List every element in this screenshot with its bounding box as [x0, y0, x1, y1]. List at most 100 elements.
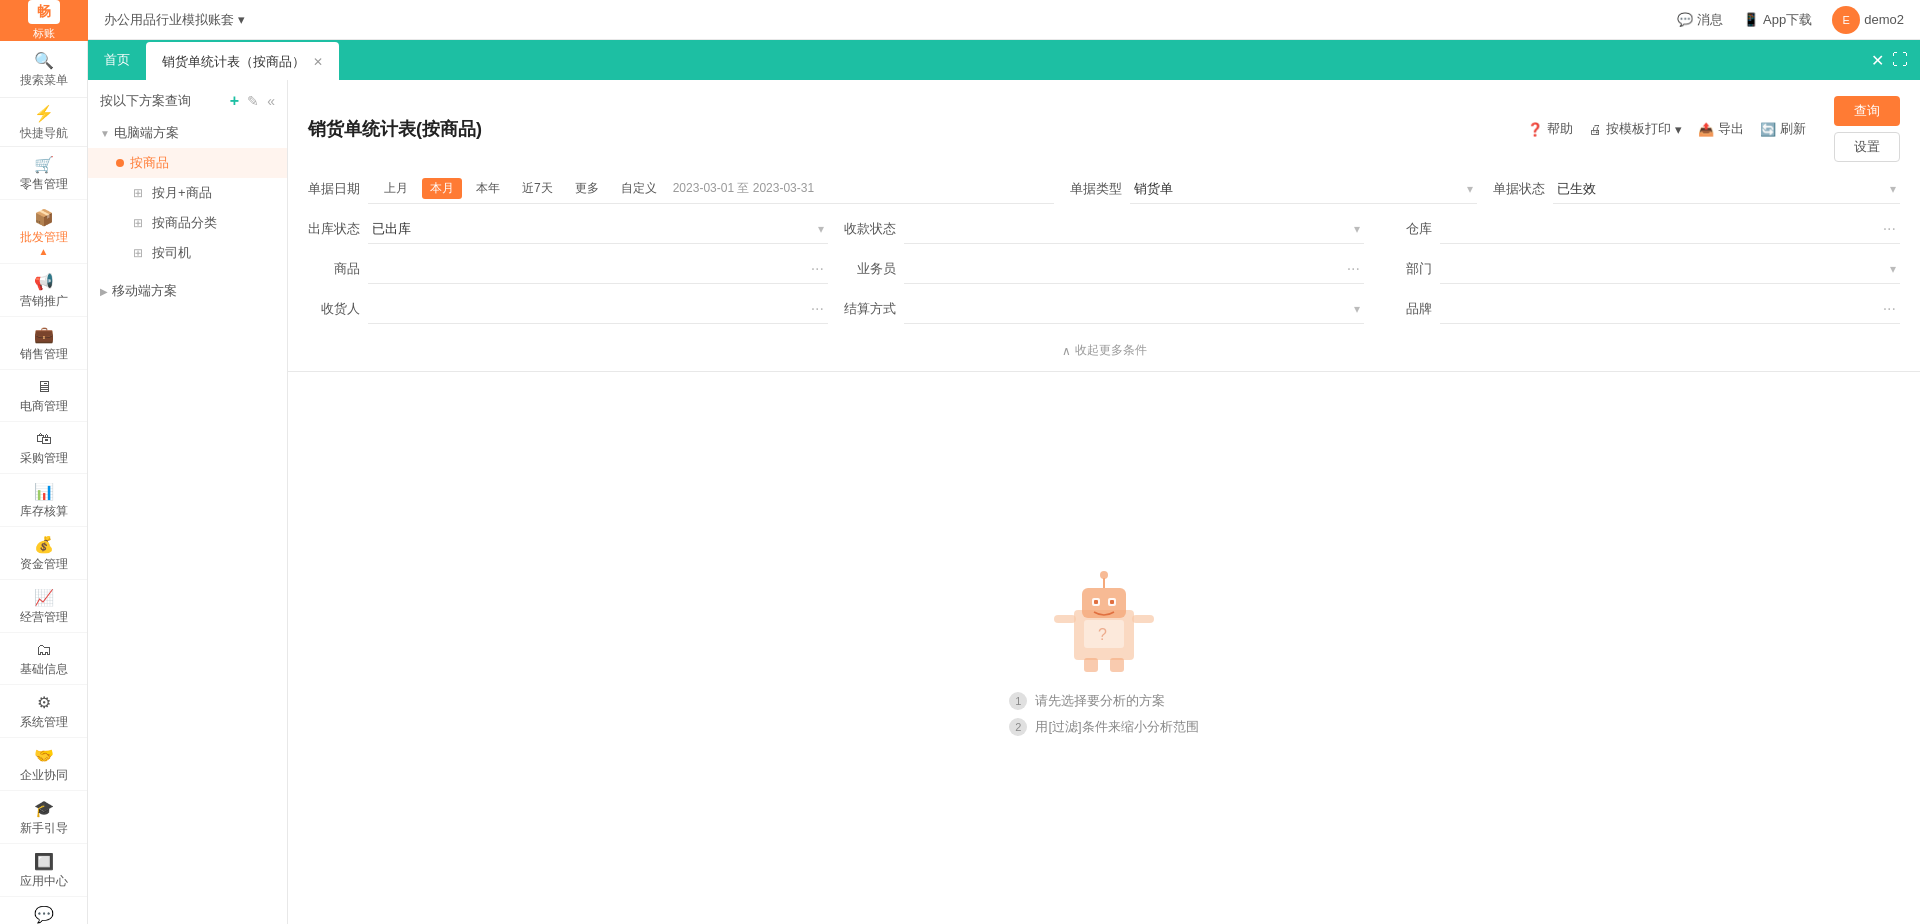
- user-menu[interactable]: E demo2: [1832, 6, 1904, 34]
- add-scheme-icon[interactable]: +: [230, 92, 239, 110]
- doc-status-dropdown-icon[interactable]: ▾: [1890, 182, 1896, 196]
- print-button[interactable]: 🖨 按模板打印 ▾: [1589, 120, 1682, 138]
- corp-icon: 🤝: [34, 746, 54, 765]
- recipient-label: 收货人: [308, 300, 368, 318]
- date-tabs: 上月 本月 本年 近7天 更多 自定义: [376, 178, 665, 199]
- out-status-label: 出库状态: [308, 220, 368, 238]
- grid2-icon: ⊞: [130, 215, 146, 231]
- search-menu-item[interactable]: 🔍 搜索菜单: [0, 41, 87, 98]
- salesman-label: 业务员: [844, 260, 904, 278]
- mobile-scheme-group-header[interactable]: ▶ 移动端方案: [88, 276, 287, 306]
- mobile-scheme-group: ▶ 移动端方案: [88, 276, 287, 314]
- finance-label: 资金管理: [20, 556, 68, 573]
- salesman-dots[interactable]: ···: [1347, 260, 1360, 278]
- settlement-label: 结算方式: [844, 300, 904, 318]
- scheme-by-cashier[interactable]: ⊞ 按司机: [88, 238, 287, 268]
- apps-icon: 🔲: [34, 852, 54, 871]
- page-title: 销货单统计表(按商品): [308, 117, 482, 141]
- date-range-value: 2023-03-01 至 2023-03-31: [673, 180, 814, 197]
- date-tab-last-month[interactable]: 上月: [376, 178, 416, 199]
- recipient-dots[interactable]: ···: [811, 300, 824, 318]
- settlement-dropdown-icon[interactable]: ▾: [1354, 302, 1360, 316]
- marketing-label: 营销推广: [20, 293, 68, 310]
- tab-maximize-icon[interactable]: ⛶: [1892, 51, 1908, 69]
- guide-label: 新手引导: [20, 820, 68, 837]
- message-button[interactable]: 💬 消息: [1677, 11, 1723, 29]
- query-actions: 查询 设置: [1834, 96, 1900, 162]
- scheme-by-category[interactable]: ⊞ 按商品分类: [88, 208, 287, 238]
- doc-status-value: 已生效: [1557, 180, 1890, 198]
- mobile-group-arrow-icon: ▶: [100, 286, 108, 297]
- pc-scheme-group-header[interactable]: ▼ 电脑端方案: [88, 118, 287, 148]
- pc-scheme-group: ▼ 电脑端方案 按商品 ⊞ 按月+商品 ⊞ 按商品分类 ⊞ 按司机: [88, 118, 287, 276]
- quick-nav-item[interactable]: ⚡ 快捷导航: [0, 98, 87, 147]
- sidebar-item-basic[interactable]: 🗂 基础信息: [0, 633, 87, 685]
- collapse-filter-button[interactable]: ∧ 收起更多条件: [308, 334, 1900, 363]
- sidebar-item-wechat[interactable]: 💬 企业微信: [0, 897, 87, 924]
- sidebar-item-finance[interactable]: 💰 资金管理: [0, 527, 87, 580]
- svg-point-7: [1100, 571, 1108, 579]
- tabs-bar: 首页 销货单统计表（按商品） ✕ ✕ ⛶: [88, 40, 1920, 80]
- export-button[interactable]: 📤 导出: [1698, 120, 1744, 138]
- pc-group-label: 电脑端方案: [114, 124, 179, 142]
- topbar-right: 💬 消息 📱 App下载 E demo2: [1677, 6, 1904, 34]
- edit-scheme-icon[interactable]: ✎: [247, 93, 259, 109]
- sidebar-item-retail[interactable]: 🛒 零售管理: [0, 147, 87, 200]
- brand-label: 品牌: [1380, 300, 1440, 318]
- doc-type-dropdown-icon[interactable]: ▾: [1467, 182, 1473, 196]
- collapse-icon: ∧: [1062, 344, 1071, 358]
- collapse-panel-icon[interactable]: «: [267, 93, 275, 109]
- scheme-by-goods[interactable]: 按商品: [88, 148, 287, 178]
- tab-close-window-icon[interactable]: ✕: [1871, 51, 1884, 70]
- date-tab-this-month[interactable]: 本月: [422, 178, 462, 199]
- filter-row-4: 收货人 ··· 结算方式 ▾ 品牌 ···: [308, 294, 1900, 324]
- sidebar-item-wholesale[interactable]: 📦 批发管理 ▲: [0, 200, 87, 264]
- sidebar-item-apps[interactable]: 🔲 应用中心: [0, 844, 87, 897]
- payment-dropdown-icon[interactable]: ▾: [1354, 222, 1360, 236]
- tab-home[interactable]: 首页: [88, 40, 146, 80]
- ecom-label: 电商管理: [20, 398, 68, 415]
- salesman-control: ···: [904, 254, 1364, 284]
- date-tab-custom[interactable]: 自定义: [613, 178, 665, 199]
- message-icon: 💬: [1677, 12, 1693, 27]
- sales-icon: 💼: [34, 325, 54, 344]
- retail-label: 零售管理: [20, 176, 68, 193]
- system-label: 系统管理: [20, 714, 68, 731]
- sidebar-item-sales[interactable]: 💼 销售管理: [0, 317, 87, 370]
- settings-button[interactable]: 设置: [1834, 132, 1900, 162]
- sidebar-item-ops[interactable]: 📈 经营管理: [0, 580, 87, 633]
- date-filter-control: 上月 本月 本年 近7天 更多 自定义 2023-03-01 至 2023-03…: [368, 174, 1054, 204]
- query-button[interactable]: 查询: [1834, 96, 1900, 126]
- brand-dots[interactable]: ···: [1883, 300, 1896, 318]
- left-panel: 按以下方案查询 + ✎ « ▼ 电脑端方案 按商品 ⊞: [88, 80, 288, 924]
- scheme-by-month-goods[interactable]: ⊞ 按月+商品: [88, 178, 287, 208]
- sidebar-item-marketing[interactable]: 📢 营销推广: [0, 264, 87, 317]
- empty-tips: 1 请先选择要分析的方案 2 用[过滤]条件来缩小分析范围: [1009, 692, 1198, 736]
- app-download-button[interactable]: 📱 App下载: [1743, 11, 1812, 29]
- app-logo[interactable]: 畅 标账: [0, 0, 88, 41]
- sidebar-item-guide[interactable]: 🎓 新手引导: [0, 791, 87, 844]
- logo-icon: 畅: [28, 0, 60, 24]
- date-tab-this-year[interactable]: 本年: [468, 178, 508, 199]
- nav-icon: ⚡: [34, 104, 54, 123]
- date-tab-more[interactable]: 更多: [567, 178, 607, 199]
- tab-close-icon[interactable]: ✕: [313, 55, 323, 69]
- sidebar-item-corp[interactable]: 🤝 企业协同: [0, 738, 87, 791]
- tip1-num: 1: [1009, 692, 1027, 710]
- help-button[interactable]: ❓ 帮助: [1527, 120, 1573, 138]
- out-status-dropdown-icon[interactable]: ▾: [818, 222, 824, 236]
- date-tab-7days[interactable]: 近7天: [514, 178, 561, 199]
- warehouse-dots[interactable]: ···: [1883, 220, 1896, 238]
- goods-dots[interactable]: ···: [811, 260, 824, 278]
- finance-icon: 💰: [34, 535, 54, 554]
- sidebar-item-ecom[interactable]: 🖥 电商管理: [0, 370, 87, 422]
- refresh-button[interactable]: 🔄 刷新: [1760, 120, 1806, 138]
- tab-report[interactable]: 销货单统计表（按商品） ✕: [146, 42, 339, 82]
- main-area: 办公用品行业模拟账套 ▾ 💬 消息 📱 App下载 E demo2 首页: [88, 0, 1920, 924]
- dept-dropdown-icon[interactable]: ▾: [1890, 262, 1896, 276]
- industry-selector[interactable]: 办公用品行业模拟账套 ▾: [104, 11, 245, 29]
- out-status-value: 已出库: [372, 220, 818, 238]
- sidebar-item-purchase[interactable]: 🛍 采购管理: [0, 422, 87, 474]
- sidebar-item-inventory[interactable]: 📊 库存核算: [0, 474, 87, 527]
- sidebar-item-system[interactable]: ⚙ 系统管理: [0, 685, 87, 738]
